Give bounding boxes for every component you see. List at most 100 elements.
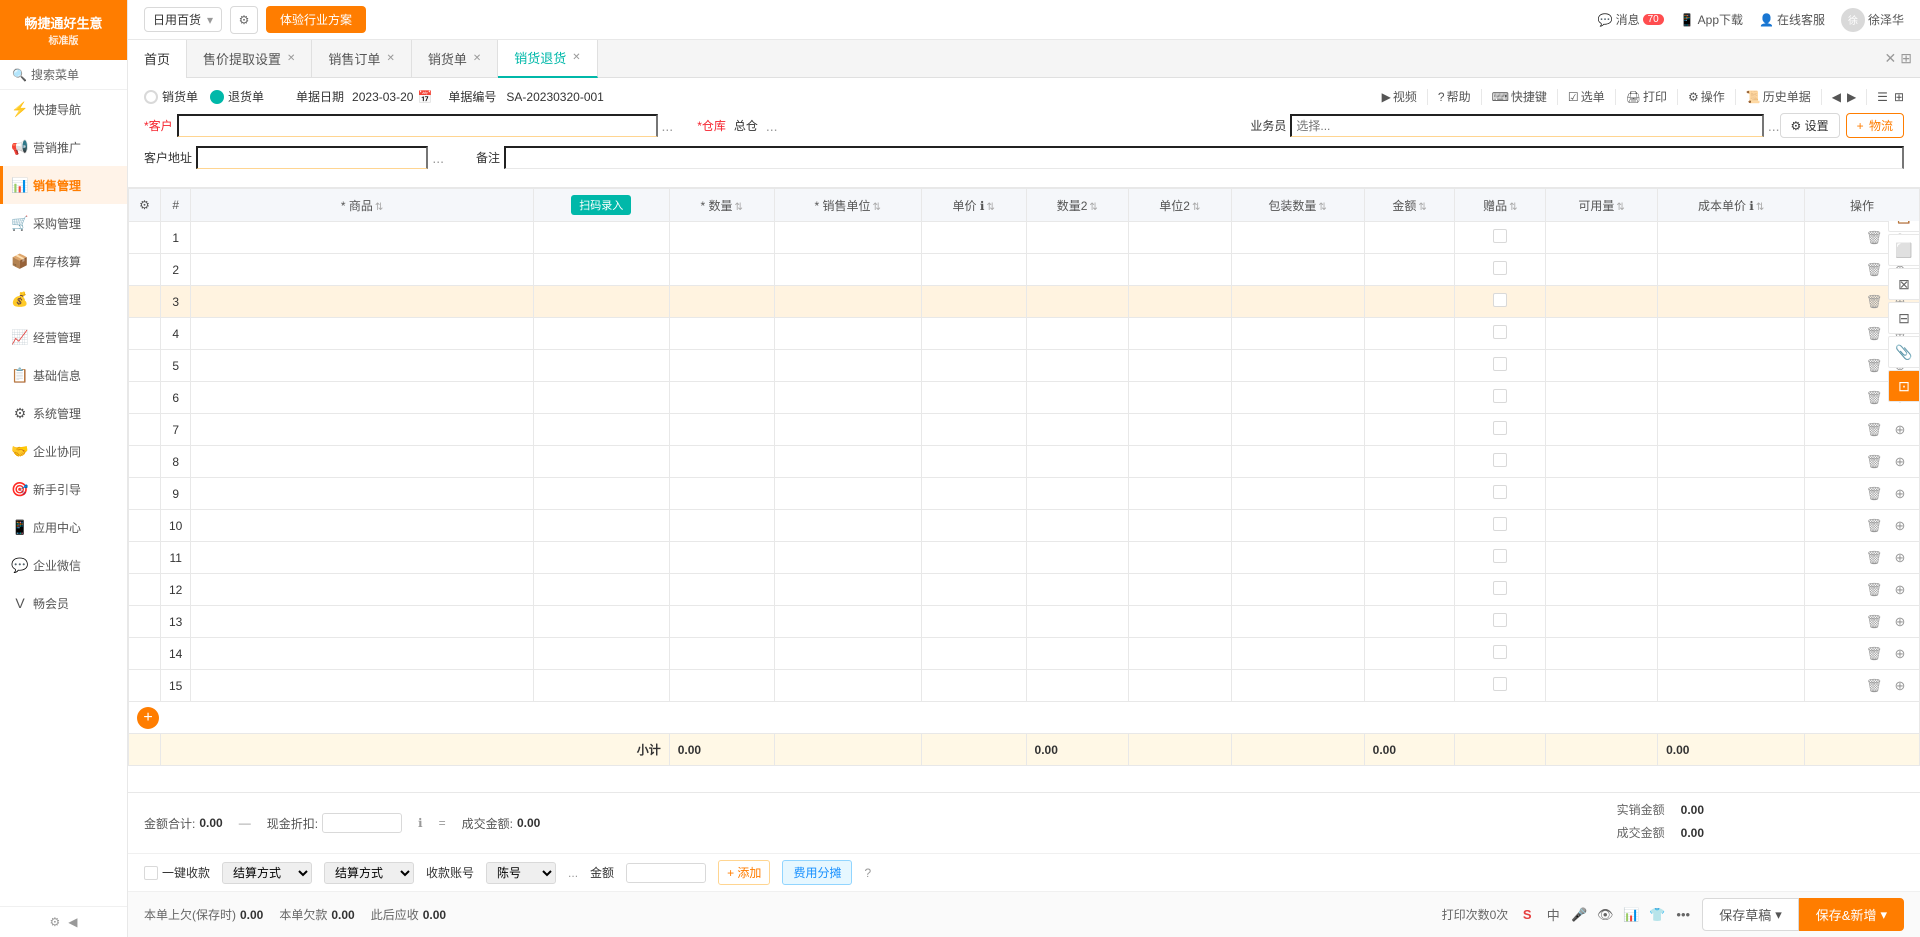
copy-icon[interactable]: ⊕ — [1889, 483, 1911, 505]
float-btn-2[interactable]: ⬜ — [1888, 234, 1920, 266]
sidebar-item-system[interactable]: ⚙ 系统管理 — [0, 394, 127, 432]
row-product[interactable] — [191, 382, 533, 414]
row-cost-price[interactable] — [1658, 606, 1805, 638]
copy-icon[interactable]: ⊕ — [1889, 419, 1911, 441]
row-pack-qty[interactable] — [1231, 318, 1364, 350]
row-sale-unit[interactable] — [774, 574, 921, 606]
copy-icon[interactable]: ⊕ — [1889, 579, 1911, 601]
row-pack-qty[interactable] — [1231, 222, 1364, 254]
row-unit-price[interactable] — [921, 670, 1026, 702]
close-icon[interactable]: ✕ — [473, 53, 481, 64]
tab-sale-price[interactable]: 售价提取设置 ✕ — [187, 40, 312, 78]
amount-input[interactable] — [626, 863, 706, 883]
gift-checkbox[interactable] — [1493, 389, 1507, 403]
delete-icon[interactable]: 🗑 — [1863, 291, 1885, 313]
row-gift[interactable] — [1455, 574, 1546, 606]
save-new-button[interactable]: 保存&新增 ▾ — [1799, 898, 1904, 931]
row-product[interactable] — [191, 414, 533, 446]
select-action[interactable]: ☑ 选单 — [1568, 88, 1605, 105]
row-unit2[interactable] — [1129, 478, 1232, 510]
taskbar-icon-zh[interactable]: 中 — [1542, 904, 1564, 926]
checkbox[interactable] — [144, 866, 158, 880]
account-select[interactable]: 陈号 — [486, 862, 556, 884]
col-gear[interactable]: ⚙ — [129, 189, 161, 222]
taskbar-icon-eye[interactable]: 👁 — [1594, 904, 1616, 926]
row-pack-qty[interactable] — [1231, 382, 1364, 414]
row-amount[interactable] — [1364, 382, 1455, 414]
row-qty[interactable] — [669, 254, 774, 286]
add-row-button[interactable]: + — [137, 707, 159, 729]
scan-button[interactable]: 扫码录入 — [571, 195, 631, 215]
taskbar-icon-mic[interactable]: 🎤 — [1568, 904, 1590, 926]
online-support-item[interactable]: 👤 在线客服 — [1759, 11, 1825, 28]
gift-checkbox[interactable] — [1493, 485, 1507, 499]
row-unit2[interactable] — [1129, 606, 1232, 638]
tab-sale-goods[interactable]: 销货单 ✕ — [412, 40, 498, 78]
customer-address-dots[interactable]: ... — [432, 150, 444, 166]
row-available[interactable] — [1546, 254, 1658, 286]
row-sale-unit[interactable] — [774, 318, 921, 350]
settings-icon[interactable]: ⚙ — [50, 915, 61, 929]
row-product[interactable] — [191, 286, 533, 318]
row-available[interactable] — [1546, 638, 1658, 670]
row-unit2[interactable] — [1129, 318, 1232, 350]
delete-icon[interactable]: 🗑 — [1863, 643, 1885, 665]
calendar-icon[interactable]: 📅 — [417, 90, 432, 104]
row-unit2[interactable] — [1129, 574, 1232, 606]
row-available[interactable] — [1546, 670, 1658, 702]
gift-checkbox[interactable] — [1493, 645, 1507, 659]
row-amount[interactable] — [1364, 510, 1455, 542]
tab-sale-order[interactable]: 销售订单 ✕ — [312, 40, 411, 78]
delete-icon[interactable]: 🗑 — [1863, 259, 1885, 281]
history-action[interactable]: 📜 历史单据 — [1746, 88, 1811, 105]
row-amount[interactable] — [1364, 574, 1455, 606]
row-amount[interactable] — [1364, 670, 1455, 702]
delete-icon[interactable]: 🗑 — [1863, 323, 1885, 345]
row-unit2[interactable] — [1129, 542, 1232, 574]
row-qty2[interactable] — [1026, 574, 1129, 606]
row-product[interactable] — [191, 318, 533, 350]
row-cost-price[interactable] — [1658, 222, 1805, 254]
gift-checkbox[interactable] — [1493, 549, 1507, 563]
customer-input[interactable] — [177, 114, 658, 137]
row-product[interactable] — [191, 542, 533, 574]
delete-icon[interactable]: 🗑 — [1863, 675, 1885, 697]
row-qty[interactable] — [669, 638, 774, 670]
row-cost-price[interactable] — [1658, 254, 1805, 286]
tab-home[interactable]: 首页 — [128, 40, 187, 78]
copy-icon[interactable]: ⊕ — [1889, 547, 1911, 569]
row-qty2[interactable] — [1026, 478, 1129, 510]
row-qty2[interactable] — [1026, 318, 1129, 350]
row-pack-qty[interactable] — [1231, 478, 1364, 510]
remark-input[interactable] — [504, 146, 1904, 169]
row-qty[interactable] — [669, 510, 774, 542]
row-amount[interactable] — [1364, 478, 1455, 510]
row-unit-price[interactable] — [921, 286, 1026, 318]
taskbar-icon-shirt[interactable]: 👕 — [1646, 904, 1668, 926]
row-qty2[interactable] — [1026, 382, 1129, 414]
collapse-icon[interactable]: ◀ — [68, 915, 77, 929]
row-qty[interactable] — [669, 350, 774, 382]
row-product[interactable] — [191, 350, 533, 382]
row-amount[interactable] — [1364, 222, 1455, 254]
row-qty2[interactable] — [1026, 222, 1129, 254]
row-qty2[interactable] — [1026, 286, 1129, 318]
row-amount[interactable] — [1364, 254, 1455, 286]
row-pack-qty[interactable] — [1231, 446, 1364, 478]
close-all-icon[interactable]: ✕ — [1885, 50, 1897, 67]
row-unit2[interactable] — [1129, 414, 1232, 446]
gift-checkbox[interactable] — [1493, 613, 1507, 627]
row-available[interactable] — [1546, 574, 1658, 606]
row-product[interactable] — [191, 606, 533, 638]
row-gift[interactable] — [1455, 542, 1546, 574]
row-pack-qty[interactable] — [1231, 638, 1364, 670]
row-cost-price[interactable] — [1658, 574, 1805, 606]
sidebar-item-member[interactable]: V 畅会员 — [0, 584, 127, 622]
row-unit2[interactable] — [1129, 638, 1232, 670]
row-gift[interactable] — [1455, 286, 1546, 318]
row-cost-price[interactable] — [1658, 478, 1805, 510]
copy-icon[interactable]: ⊕ — [1889, 675, 1911, 697]
date-value[interactable]: 2023-03-20 — [352, 90, 413, 104]
row-pack-qty[interactable] — [1231, 254, 1364, 286]
salesperson-input[interactable] — [1290, 114, 1764, 137]
